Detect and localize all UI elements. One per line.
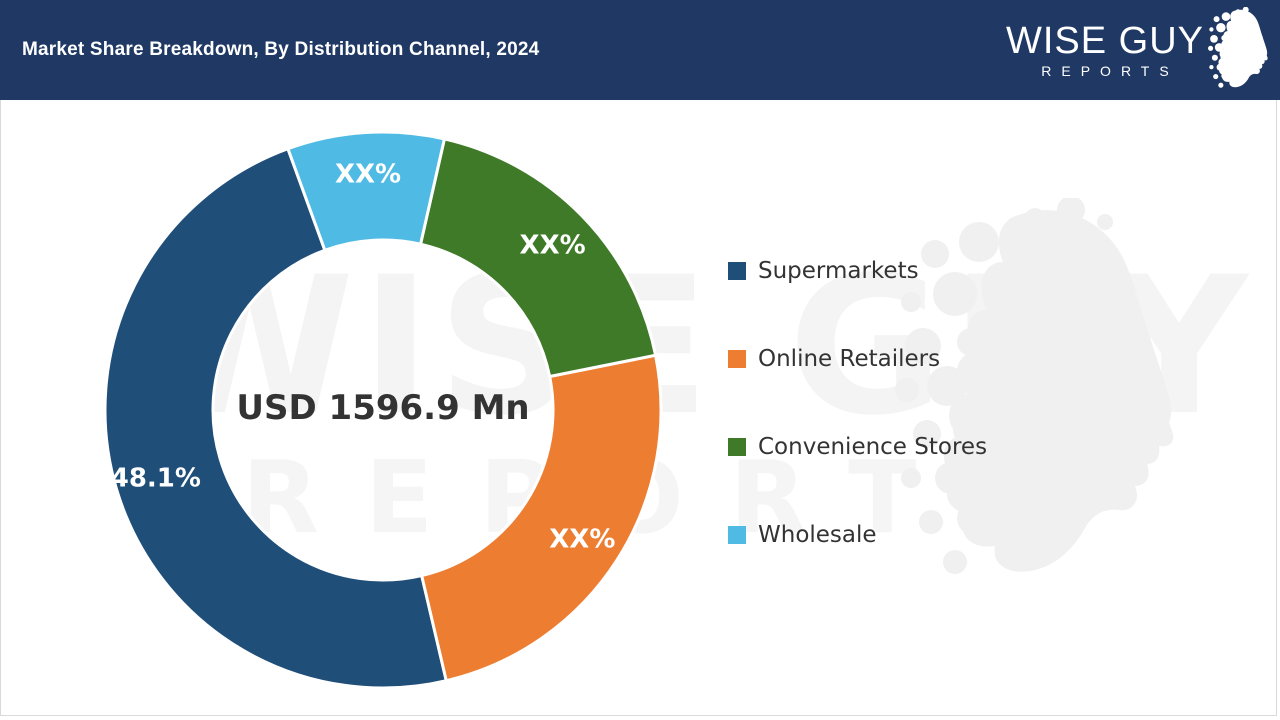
legend-swatch-wholesale — [728, 526, 746, 544]
legend-label-convenience-stores: Convenience Stores — [758, 434, 988, 460]
legend-label-wholesale: Wholesale — [758, 522, 877, 548]
legend-item-wholesale: Wholesale — [728, 522, 987, 548]
donut-center-value: USD 1596.9 Mn — [236, 388, 530, 428]
legend-item-supermarkets: Supermarkets — [728, 258, 987, 284]
slice-label-online-retailers: XX% — [549, 524, 615, 554]
legend-swatch-convenience-stores — [728, 438, 746, 456]
legend-item-convenience-stores: Convenience Stores — [728, 434, 987, 460]
slice-label-supermarkets: 48.1% — [111, 464, 201, 494]
legend-label-supermarkets: Supermarkets — [758, 258, 919, 284]
legend-swatch-supermarkets — [728, 262, 746, 280]
legend-item-online-retailers: Online Retailers — [728, 346, 987, 372]
legend: Supermarkets Online Retailers Convenience … — [728, 258, 987, 548]
legend-swatch-online-retailers — [728, 350, 746, 368]
donut-chart: 48.1% XX% XX% XX% — [103, 130, 663, 690]
slice-label-convenience-stores: XX% — [520, 231, 586, 261]
slice-label-wholesale: XX% — [335, 160, 401, 190]
legend-label-online-retailers: Online Retailers — [758, 346, 941, 372]
